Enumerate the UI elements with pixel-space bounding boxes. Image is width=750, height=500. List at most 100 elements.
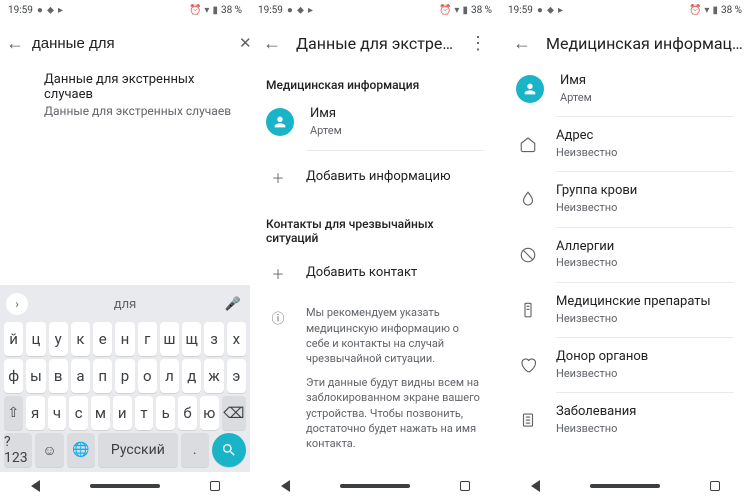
add-contact-label: Добавить контакт bbox=[306, 265, 484, 282]
key-м[interactable]: м bbox=[91, 396, 110, 430]
mic-icon[interactable]: 🎤 bbox=[222, 297, 244, 312]
key-н[interactable]: н bbox=[115, 322, 134, 356]
item-label: Имя bbox=[560, 73, 734, 90]
medical-item[interactable]: Донор органовНеизвестно bbox=[500, 342, 750, 388]
keyboard: › для 🎤 йцукенгшщзх фывапролджэ ⇧ячсмить… bbox=[0, 285, 250, 472]
key-э[interactable]: э bbox=[227, 359, 246, 393]
status-time: 19:59 bbox=[258, 5, 283, 16]
item-value: Неизвестно bbox=[556, 201, 734, 215]
content-area: Медицинская информация Имя Артем ＋ Добав… bbox=[250, 66, 500, 472]
key-и[interactable]: и bbox=[113, 396, 132, 430]
notification-icon: ▸ bbox=[558, 5, 563, 16]
key-с[interactable]: с bbox=[69, 396, 88, 430]
nav-bar bbox=[250, 472, 500, 500]
notification-icon: ● bbox=[287, 5, 293, 16]
clear-icon[interactable] bbox=[239, 27, 250, 59]
nav-recent-icon[interactable] bbox=[210, 481, 220, 491]
key-⌫[interactable]: ⌫ bbox=[222, 396, 246, 430]
key-б[interactable]: б bbox=[178, 396, 197, 430]
nav-back-icon[interactable] bbox=[531, 480, 540, 492]
section-medical-info: Медицинская информация bbox=[250, 66, 500, 98]
key-о[interactable]: о bbox=[138, 359, 157, 393]
plus-icon: ＋ bbox=[266, 261, 290, 285]
key-е[interactable]: е bbox=[93, 322, 112, 356]
key-п[interactable]: п bbox=[93, 359, 112, 393]
medical-item[interactable]: ИмяАртем bbox=[500, 66, 750, 112]
add-contact-button[interactable]: ＋ Добавить контакт bbox=[250, 251, 500, 295]
item-value: Неизвестно bbox=[556, 312, 734, 326]
key-у[interactable]: у bbox=[49, 322, 68, 356]
status-battery: 38 % bbox=[721, 5, 742, 16]
medical-item[interactable]: АллергииНеизвестно bbox=[500, 232, 750, 278]
item-label: Адрес bbox=[556, 128, 734, 145]
key-?123[interactable]: ?123 bbox=[4, 433, 32, 467]
nav-back-icon[interactable] bbox=[31, 480, 40, 492]
key-а[interactable]: а bbox=[71, 359, 90, 393]
key-ч[interactable]: ч bbox=[48, 396, 67, 430]
avatar-icon bbox=[516, 75, 544, 103]
key-я[interactable]: я bbox=[26, 396, 45, 430]
search-key[interactable] bbox=[212, 433, 246, 467]
item-label: Донор органов bbox=[556, 349, 734, 366]
nav-home-icon[interactable] bbox=[90, 484, 160, 488]
heart-icon bbox=[516, 353, 540, 377]
key-.[interactable]: . bbox=[181, 433, 209, 467]
suggestion-path: Данные для экстренных случаев bbox=[44, 104, 234, 118]
notes-icon bbox=[516, 408, 540, 432]
key-д[interactable]: д bbox=[182, 359, 201, 393]
nav-home-icon[interactable] bbox=[590, 484, 660, 488]
key-row-3: ⇧ячсмитьбю⌫ bbox=[4, 396, 246, 430]
item-name[interactable]: Имя Артем bbox=[250, 98, 500, 146]
add-info-button[interactable]: ＋ Добавить информацию bbox=[250, 155, 500, 199]
key-щ[interactable]: щ bbox=[182, 322, 201, 356]
battery-icon: ▮ bbox=[212, 5, 218, 16]
key-й[interactable]: й bbox=[4, 322, 23, 356]
key-т[interactable]: т bbox=[135, 396, 154, 430]
key-🌐[interactable]: 🌐 bbox=[67, 433, 95, 467]
key-ю[interactable]: ю bbox=[200, 396, 219, 430]
key-ф[interactable]: ф bbox=[4, 359, 23, 393]
key-х[interactable]: х bbox=[227, 322, 246, 356]
back-icon[interactable] bbox=[506, 27, 538, 59]
key-☺[interactable]: ☺ bbox=[35, 433, 63, 467]
nav-recent-icon[interactable] bbox=[710, 481, 720, 491]
status-bar: 19:59 ● ⬥ ▸ ⏰ ▾ ▮ 38 % bbox=[0, 0, 250, 20]
key-г[interactable]: г bbox=[138, 322, 157, 356]
item-value: Неизвестно bbox=[556, 146, 734, 160]
page-title: Медицинская информация bbox=[546, 34, 744, 53]
key-Русский[interactable]: Русский bbox=[98, 433, 177, 467]
key-з[interactable]: з bbox=[204, 322, 223, 356]
section-contacts: Контакты для чрезвычайных ситуаций bbox=[250, 199, 500, 251]
nav-home-icon[interactable] bbox=[340, 484, 410, 488]
nav-back-icon[interactable] bbox=[281, 480, 290, 492]
more-icon[interactable] bbox=[462, 27, 494, 59]
suggestion-word[interactable]: для bbox=[32, 297, 218, 312]
nav-recent-icon[interactable] bbox=[460, 481, 470, 491]
divider bbox=[556, 171, 734, 172]
nav-bar bbox=[0, 472, 250, 500]
back-icon[interactable] bbox=[256, 27, 288, 59]
key-ы[interactable]: ы bbox=[26, 359, 45, 393]
back-icon[interactable] bbox=[6, 27, 24, 59]
notification-icon: ▸ bbox=[308, 5, 313, 16]
key-⇧[interactable]: ⇧ bbox=[4, 396, 23, 430]
page-title: Данные для экстренных слу... bbox=[296, 34, 454, 53]
key-в[interactable]: в bbox=[49, 359, 68, 393]
key-ц[interactable]: ц bbox=[26, 322, 45, 356]
search-input[interactable] bbox=[32, 35, 231, 52]
search-suggestion[interactable]: Данные для экстренных случаев Данные для… bbox=[0, 66, 250, 124]
key-ш[interactable]: ш bbox=[160, 322, 179, 356]
plus-icon: ＋ bbox=[266, 165, 290, 189]
notification-icon: ● bbox=[537, 5, 543, 16]
medical-item[interactable]: ЗаболеванияНеизвестно bbox=[500, 397, 750, 443]
expand-suggestions-icon[interactable]: › bbox=[6, 293, 28, 315]
medical-item[interactable]: АдресНеизвестно bbox=[500, 121, 750, 167]
key-л[interactable]: л bbox=[160, 359, 179, 393]
key-ь[interactable]: ь bbox=[156, 396, 175, 430]
key-к[interactable]: к bbox=[71, 322, 90, 356]
medical-item[interactable]: Медицинские препаратыНеизвестно bbox=[500, 287, 750, 333]
battery-icon: ▮ bbox=[712, 5, 718, 16]
key-ж[interactable]: ж bbox=[204, 359, 223, 393]
medical-item[interactable]: Группа кровиНеизвестно bbox=[500, 176, 750, 222]
key-р[interactable]: р bbox=[115, 359, 134, 393]
